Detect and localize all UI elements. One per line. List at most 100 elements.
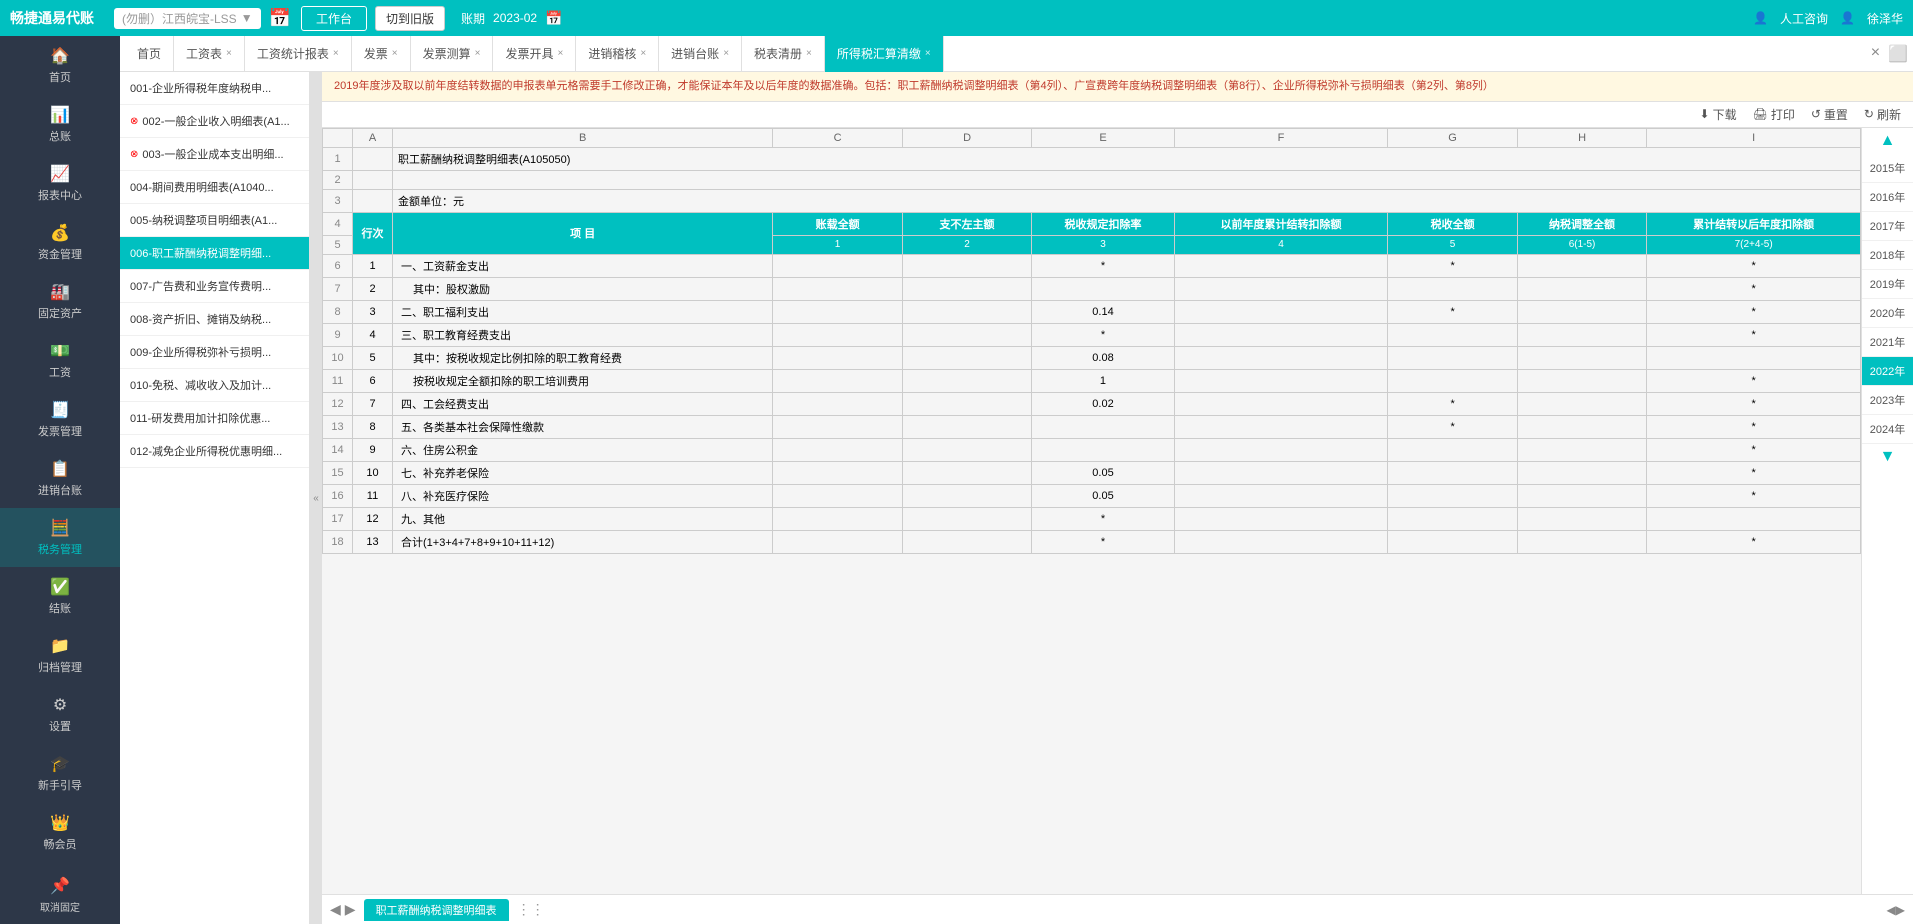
cell-17F[interactable] bbox=[1174, 507, 1388, 530]
cell-8B[interactable]: 二、职工福利支出 bbox=[393, 300, 773, 323]
cell-7B[interactable]: 其中：股权激励 bbox=[393, 277, 773, 300]
cell-11I[interactable]: * bbox=[1647, 369, 1861, 392]
cell-15C[interactable] bbox=[773, 461, 902, 484]
cell-8E[interactable]: 0.14 bbox=[1032, 300, 1174, 323]
cell-12B[interactable]: 四、工会经费支出 bbox=[393, 392, 773, 415]
cell-6H[interactable] bbox=[1517, 254, 1646, 277]
cell-14D[interactable] bbox=[902, 438, 1031, 461]
cell-7D[interactable] bbox=[902, 277, 1031, 300]
left-nav-item-007[interactable]: 007-广告费和业务宣传费明... bbox=[120, 270, 309, 303]
left-nav-item-009[interactable]: 009-企业所得税弥补亏损明... bbox=[120, 336, 309, 369]
cell-14G[interactable] bbox=[1388, 438, 1517, 461]
cell-18H[interactable] bbox=[1517, 530, 1646, 553]
left-nav-item-008[interactable]: 008-资产折旧、摊销及纳税... bbox=[120, 303, 309, 336]
cell-9D[interactable] bbox=[902, 323, 1031, 346]
workspace-button[interactable]: 工作台 bbox=[301, 6, 367, 31]
left-nav-item-011[interactable]: 011-研发费用加计扣除优惠... bbox=[120, 402, 309, 435]
company-selector[interactable]: (勿删）江西皖宝-LSS ▼ bbox=[114, 8, 261, 29]
left-nav-item-002[interactable]: ⊗ 002-一般企业收入明细表(A1... bbox=[120, 105, 309, 138]
cell-9F[interactable] bbox=[1174, 323, 1388, 346]
cell-12F[interactable] bbox=[1174, 392, 1388, 415]
bottom-sheet-tab[interactable]: 职工薪酬纳税调整明细表 bbox=[364, 899, 509, 921]
cell-11D[interactable] bbox=[902, 369, 1031, 392]
sidebar-item-unpin[interactable]: 📌 取消固定 bbox=[0, 866, 120, 924]
cell-9H[interactable] bbox=[1517, 323, 1646, 346]
year-nav-2017[interactable]: 2017年 bbox=[1862, 212, 1913, 241]
cell-6C[interactable] bbox=[773, 254, 902, 277]
tab-maximize[interactable]: ⬜ bbox=[1888, 44, 1908, 64]
tab-invoice-calc-close[interactable]: × bbox=[475, 48, 481, 59]
cell-6A[interactable]: 1 bbox=[353, 254, 393, 277]
cell-18I[interactable]: * bbox=[1647, 530, 1861, 553]
year-nav-2021[interactable]: 2021年 bbox=[1862, 328, 1913, 357]
cell-15F[interactable] bbox=[1174, 461, 1388, 484]
tab-income-tax-close[interactable]: × bbox=[925, 48, 931, 59]
cell-15A[interactable]: 10 bbox=[353, 461, 393, 484]
cell-9C[interactable] bbox=[773, 323, 902, 346]
cell-6B[interactable]: 一、工资薪金支出 bbox=[393, 254, 773, 277]
cell-17G[interactable] bbox=[1388, 507, 1517, 530]
cell-8A[interactable]: 3 bbox=[353, 300, 393, 323]
cell-12C[interactable] bbox=[773, 392, 902, 415]
cell-16I[interactable]: * bbox=[1647, 484, 1861, 507]
cell-11C[interactable] bbox=[773, 369, 902, 392]
collapse-handle[interactable]: « bbox=[310, 72, 322, 924]
cell-15H[interactable] bbox=[1517, 461, 1646, 484]
year-nav-2016[interactable]: 2016年 bbox=[1862, 183, 1913, 212]
cell-9B[interactable]: 三、职工教育经费支出 bbox=[393, 323, 773, 346]
left-nav-item-010[interactable]: 010-免税、减收收入及加计... bbox=[120, 369, 309, 402]
sheet-options-icon[interactable]: ⋮⋮ bbox=[517, 901, 545, 918]
cell-13F[interactable] bbox=[1174, 415, 1388, 438]
cell-17H[interactable] bbox=[1517, 507, 1646, 530]
cell-11A[interactable]: 6 bbox=[353, 369, 393, 392]
year-nav-2024[interactable]: 2024年 bbox=[1862, 415, 1913, 444]
cell-9G[interactable] bbox=[1388, 323, 1517, 346]
reset-button[interactable]: ↺ 重置 bbox=[1811, 106, 1848, 123]
cell-10E[interactable]: 0.08 bbox=[1032, 346, 1174, 369]
cell-7E[interactable] bbox=[1032, 277, 1174, 300]
cell-9I[interactable]: * bbox=[1647, 323, 1861, 346]
period-calendar-icon[interactable]: 📅 bbox=[545, 10, 562, 27]
cell-12D[interactable] bbox=[902, 392, 1031, 415]
cell-6I[interactable]: * bbox=[1647, 254, 1861, 277]
cell-12A[interactable]: 7 bbox=[353, 392, 393, 415]
tab-invoice-calc[interactable]: 发票测算 × bbox=[411, 36, 494, 72]
year-nav-2018[interactable]: 2018年 bbox=[1862, 241, 1913, 270]
cell-12I[interactable]: * bbox=[1647, 392, 1861, 415]
sidebar-item-guide[interactable]: 🎓 新手引导 bbox=[0, 744, 120, 803]
sidebar-item-ledger[interactable]: 📊 总账 bbox=[0, 95, 120, 154]
tab-purchase-ledger[interactable]: 进销台账 × bbox=[659, 36, 742, 72]
left-nav-item-006[interactable]: 006-职工薪酬纳税调整明细... bbox=[120, 237, 309, 270]
switch-button[interactable]: 切到旧版 bbox=[375, 6, 445, 31]
tab-reconcile-close[interactable]: × bbox=[640, 48, 646, 59]
cell-14E[interactable] bbox=[1032, 438, 1174, 461]
tab-close-all[interactable]: × bbox=[1871, 44, 1880, 64]
cell-13I[interactable]: * bbox=[1647, 415, 1861, 438]
left-nav-item-012[interactable]: 012-减免企业所得税优惠明细... bbox=[120, 435, 309, 468]
sidebar-item-close[interactable]: ✅ 结账 bbox=[0, 567, 120, 626]
cell-17C[interactable] bbox=[773, 507, 902, 530]
tab-home[interactable]: 首页 bbox=[125, 36, 174, 72]
sidebar-item-invoice[interactable]: 🧾 发票管理 bbox=[0, 390, 120, 449]
cell-9E[interactable]: * bbox=[1032, 323, 1174, 346]
cell-10H[interactable] bbox=[1517, 346, 1646, 369]
cell-17E[interactable]: * bbox=[1032, 507, 1174, 530]
cell-15B[interactable]: 七、补充养老保险 bbox=[393, 461, 773, 484]
tab-salary-report[interactable]: 工资统计报表 × bbox=[245, 36, 352, 72]
cell-7A[interactable]: 2 bbox=[353, 277, 393, 300]
cell-12E[interactable]: 0.02 bbox=[1032, 392, 1174, 415]
sidebar-item-settings[interactable]: ⚙ 设置 bbox=[0, 685, 120, 744]
sidebar-item-home[interactable]: 🏠 首页 bbox=[0, 36, 120, 95]
sheet-scroll-left[interactable]: ◀ bbox=[1887, 903, 1896, 917]
year-nav-down[interactable]: ▼ bbox=[1876, 444, 1900, 470]
cell-8I[interactable]: * bbox=[1647, 300, 1861, 323]
cell-14C[interactable] bbox=[773, 438, 902, 461]
tab-salary[interactable]: 工资表 × bbox=[174, 36, 245, 72]
cell-16A[interactable]: 11 bbox=[353, 484, 393, 507]
cell-8G[interactable]: * bbox=[1388, 300, 1517, 323]
cell-14B[interactable]: 六、住房公积金 bbox=[393, 438, 773, 461]
cell-14H[interactable] bbox=[1517, 438, 1646, 461]
nav-prev-icon[interactable]: ◀ bbox=[330, 901, 341, 918]
cell-17B[interactable]: 九、其他 bbox=[393, 507, 773, 530]
cell-10D[interactable] bbox=[902, 346, 1031, 369]
